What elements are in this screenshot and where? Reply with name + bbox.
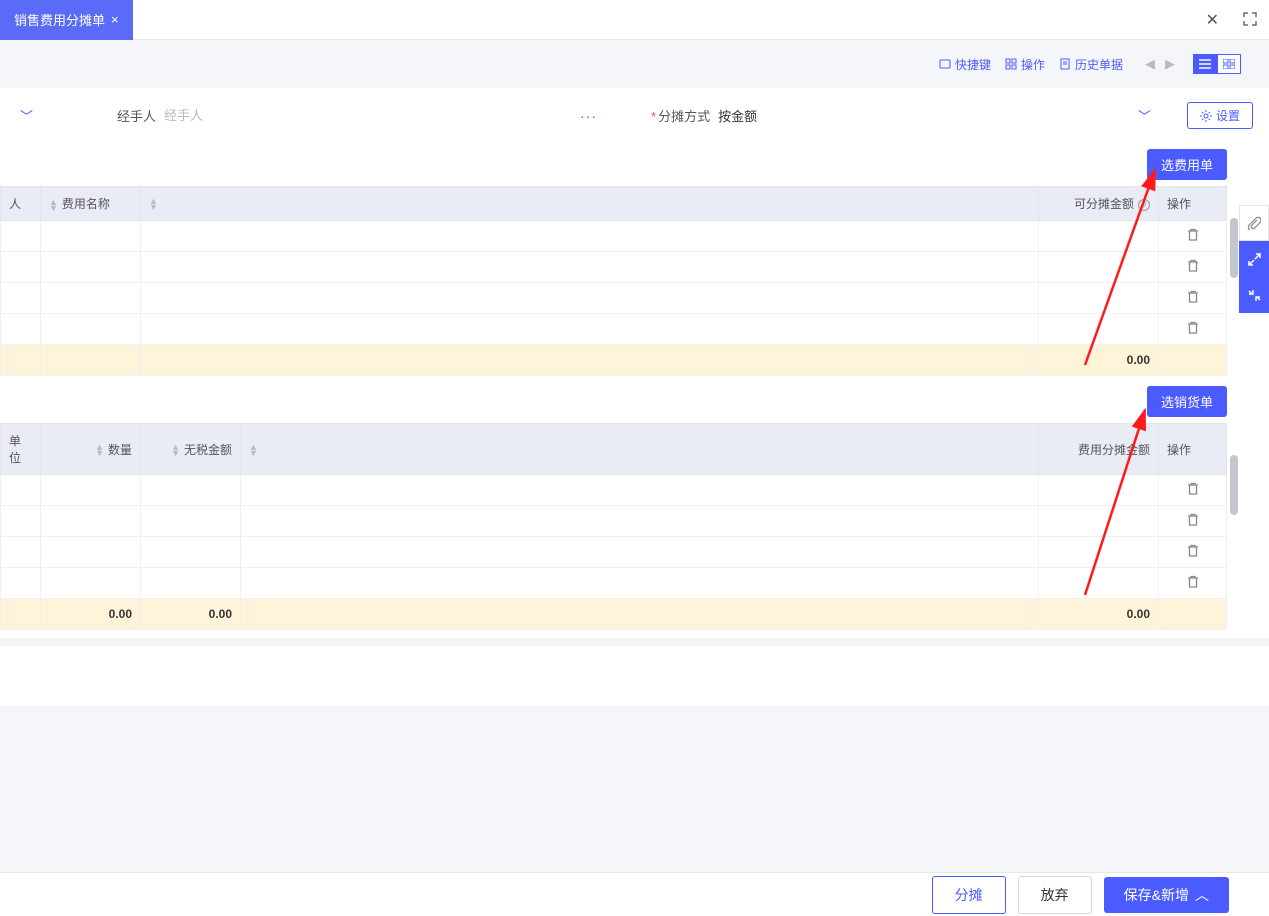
expense-total-row: 0.00 — [1, 345, 1227, 376]
col-action2-header: 操作 — [1159, 424, 1227, 475]
table-row[interactable] — [1, 568, 1227, 599]
tab-title: 销售费用分摊单 — [14, 10, 105, 29]
delete-row-button[interactable] — [1159, 568, 1227, 599]
next-record-icon[interactable]: ▶ — [1161, 54, 1179, 74]
col-blank-header[interactable]: ▲▼ — [141, 187, 1039, 221]
tab-close-icon[interactable]: × — [111, 12, 119, 27]
col-action-header: 操作 — [1159, 187, 1227, 221]
attachment-button[interactable] — [1239, 205, 1269, 241]
record-nav: ◀ ▶ — [1141, 54, 1179, 74]
view-list-icon[interactable] — [1193, 54, 1217, 74]
tabs-bar: 销售费用分摊单 × ✕ — [0, 0, 1269, 40]
expand-icon[interactable] — [1239, 8, 1261, 33]
handler-input[interactable] — [164, 106, 572, 126]
table-row[interactable] — [1, 506, 1227, 537]
col-unit-header[interactable]: 单位 — [1, 424, 41, 475]
view-grid-icon[interactable] — [1217, 54, 1241, 74]
expense-table-container: 人 ▲▼费用名称 ▲▼ 可分摊金额? 操作 0.00 — [0, 186, 1269, 376]
shortcut-label: 快捷键 — [955, 56, 991, 73]
delete-row-button[interactable] — [1159, 506, 1227, 537]
delete-row-button[interactable] — [1159, 252, 1227, 283]
save-new-button[interactable]: 保存&新增 ︿ — [1104, 877, 1229, 913]
table-row[interactable] — [1, 283, 1227, 314]
delete-row-button[interactable] — [1159, 475, 1227, 506]
delete-row-button[interactable] — [1159, 537, 1227, 568]
settings-button[interactable]: 设置 — [1187, 102, 1253, 129]
col-blank2-header[interactable]: ▲▼ — [241, 424, 1039, 475]
col-expense-name-header[interactable]: ▲▼费用名称 — [41, 187, 141, 221]
delete-row-button[interactable] — [1159, 314, 1227, 345]
method-label: *分摊方式 — [651, 106, 710, 125]
chevron-up-icon: ︿ — [1195, 885, 1209, 905]
handler-label: 经手人 — [117, 106, 156, 125]
table-row[interactable] — [1, 314, 1227, 345]
col-qty-header[interactable]: ▲▼数量 — [41, 424, 141, 475]
footer: 分摊 放弃 保存&新增 ︿ — [0, 872, 1269, 916]
toolbar: 快捷键 操作 历史单据 ◀ ▶ — [0, 40, 1269, 88]
col-partial-header[interactable]: 人 — [1, 187, 41, 221]
table-row[interactable] — [1, 252, 1227, 283]
history-link[interactable]: 历史单据 — [1059, 56, 1123, 73]
scroll-track[interactable] — [1229, 455, 1239, 579]
save-new-label: 保存&新增 — [1124, 885, 1189, 905]
gear-icon — [1200, 110, 1212, 122]
info-icon[interactable]: ? — [1138, 199, 1150, 211]
table-row[interactable] — [1, 537, 1227, 568]
prev-record-icon[interactable]: ◀ — [1141, 54, 1159, 74]
sales-total-qty: 0.00 — [41, 599, 141, 630]
scroll-thumb[interactable] — [1230, 218, 1238, 278]
settings-label: 设置 — [1216, 107, 1240, 124]
sales-section-actions: 选销货单 — [0, 376, 1269, 423]
float-panel — [1239, 205, 1269, 313]
sales-total-row: 0.00 0.00 0.00 — [1, 599, 1227, 630]
expand-in-button[interactable] — [1239, 277, 1269, 313]
expense-total-value: 0.00 — [1039, 345, 1159, 376]
operation-link[interactable]: 操作 — [1005, 56, 1045, 73]
close-icon[interactable]: ✕ — [1202, 6, 1223, 34]
col-notax-header[interactable]: ▲▼无税金额 — [141, 424, 241, 475]
select-sales-button[interactable]: 选销货单 — [1147, 386, 1227, 417]
scroll-thumb[interactable] — [1230, 455, 1238, 515]
sales-total-alloc: 0.00 — [1039, 599, 1159, 630]
handler-field: 经手人 ··· — [117, 106, 597, 126]
scroll-track[interactable] — [1229, 218, 1239, 342]
method-field: *分摊方式 ﹀ — [651, 106, 1151, 126]
discard-button[interactable]: 放弃 — [1018, 876, 1092, 914]
form-area: ﹀ 经手人 ··· *分摊方式 ﹀ 设置 — [0, 88, 1269, 139]
allocate-button[interactable]: 分摊 — [932, 876, 1006, 914]
expense-table: 人 ▲▼费用名称 ▲▼ 可分摊金额? 操作 0.00 — [0, 186, 1227, 376]
table-row[interactable] — [1, 221, 1227, 252]
operation-label: 操作 — [1021, 56, 1045, 73]
sales-table-container: 单位 ▲▼数量 ▲▼无税金额 ▲▼ 费用分摊金额 操作 0.00 0.00 0.… — [0, 423, 1269, 630]
handler-picker-icon[interactable]: ··· — [580, 108, 597, 124]
delete-row-button[interactable] — [1159, 221, 1227, 252]
chevron-down-icon[interactable]: ﹀ — [20, 106, 33, 125]
method-input[interactable] — [718, 106, 1130, 126]
method-chevron-icon[interactable]: ﹀ — [1138, 106, 1151, 125]
sales-total-notax: 0.00 — [141, 599, 241, 630]
expand-out-button[interactable] — [1239, 241, 1269, 277]
history-label: 历史单据 — [1075, 56, 1123, 73]
shortcut-link[interactable]: 快捷键 — [939, 56, 991, 73]
expense-section-actions: 选费用单 — [0, 139, 1269, 186]
active-tab[interactable]: 销售费用分摊单 × — [0, 0, 133, 40]
sales-table: 单位 ▲▼数量 ▲▼无税金额 ▲▼ 费用分摊金额 操作 0.00 0.00 0.… — [0, 423, 1227, 630]
window-controls: ✕ — [1202, 0, 1261, 40]
col-allocatable-header[interactable]: 可分摊金额? — [1039, 187, 1159, 221]
view-toggle — [1193, 54, 1241, 74]
delete-row-button[interactable] — [1159, 283, 1227, 314]
col-alloc-header[interactable]: 费用分摊金额 — [1039, 424, 1159, 475]
select-expense-button[interactable]: 选费用单 — [1147, 149, 1227, 180]
table-row[interactable] — [1, 475, 1227, 506]
